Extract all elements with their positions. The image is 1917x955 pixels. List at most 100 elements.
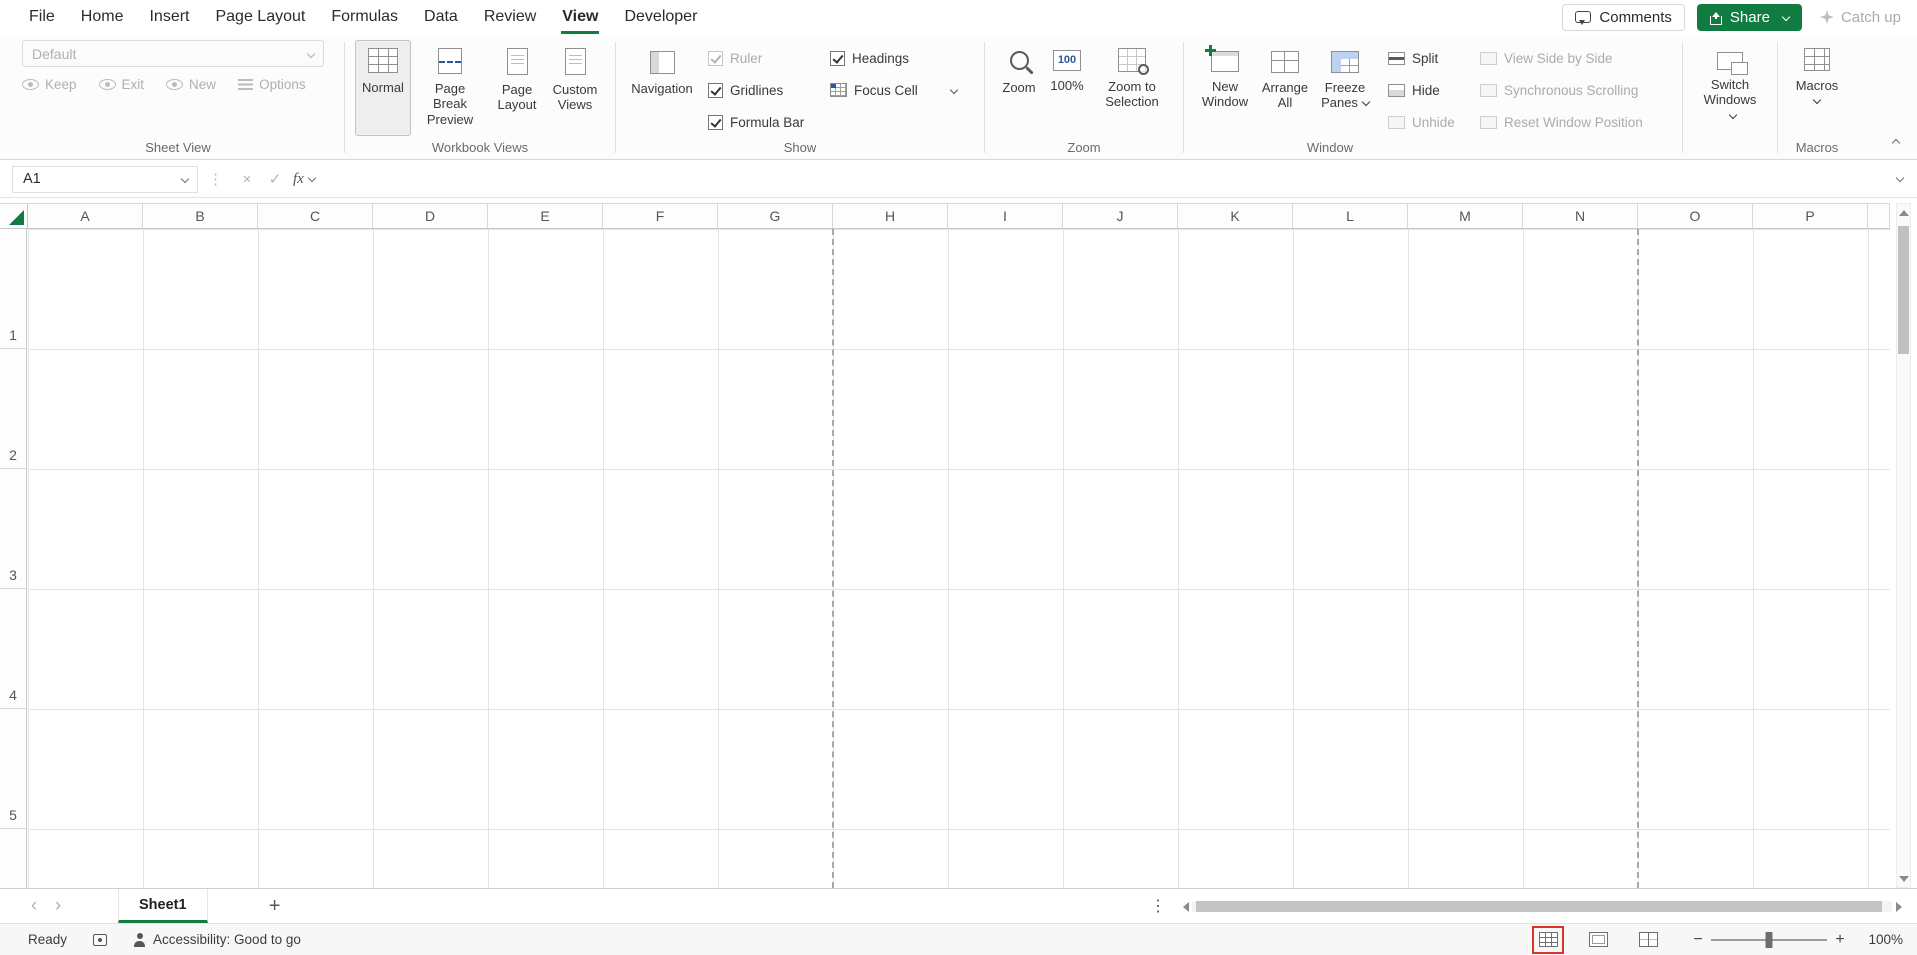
menu-tab-developer[interactable]: Developer <box>611 0 710 34</box>
menu-tab-formulas[interactable]: Formulas <box>318 0 411 34</box>
menu-tab-view[interactable]: View <box>549 0 611 34</box>
zoom-to-selection-button[interactable]: Zoom to Selection <box>1091 40 1173 136</box>
menu-tab-page-layout[interactable]: Page Layout <box>202 0 318 34</box>
ruler-checkbox: Ruler <box>704 42 826 74</box>
cells-area[interactable] <box>28 229 1890 889</box>
column-header-l[interactable]: L <box>1293 204 1408 228</box>
add-sheet-button[interactable]: + <box>262 895 288 918</box>
horizontal-scrollbar[interactable] <box>1178 899 1906 914</box>
column-header-a[interactable]: A <box>28 204 143 228</box>
column-header-m[interactable]: M <box>1408 204 1523 228</box>
horizontal-scrollbar-thumb[interactable] <box>1196 901 1882 912</box>
keep-label: Keep <box>45 77 77 92</box>
menu-tab-file[interactable]: File <box>16 0 68 34</box>
column-header-partial[interactable] <box>1868 204 1890 228</box>
horizontal-scrollbar-track[interactable] <box>1192 901 1892 912</box>
menu-bar: File Home Insert Page Layout Formulas Da… <box>0 0 1917 34</box>
column-header-e[interactable]: E <box>488 204 603 228</box>
page-layout-view-status-button[interactable] <box>1583 927 1613 953</box>
comments-button[interactable]: Comments <box>1562 4 1685 31</box>
normal-view-status-button[interactable] <box>1533 927 1563 953</box>
gridlines-checkbox[interactable]: Gridlines <box>704 74 826 106</box>
custom-views-button[interactable]: Custom Views <box>545 40 605 136</box>
sheet-view-dropdown: Default <box>22 40 324 67</box>
arrange-all-button[interactable]: Arrange All <box>1256 40 1314 136</box>
next-sheet-button[interactable]: › <box>46 895 70 917</box>
column-header-h[interactable]: H <box>833 204 948 228</box>
chevron-down-icon[interactable] <box>181 175 189 183</box>
split-button[interactable]: Split <box>1384 42 1470 74</box>
zoom-100-button[interactable]: 100 100% <box>1043 40 1091 136</box>
freeze-panes-button[interactable]: Freeze Panes <box>1314 40 1376 136</box>
row-header-2[interactable]: 2 <box>0 349 27 469</box>
menu-tab-insert[interactable]: Insert <box>136 0 202 34</box>
menu-tab-home[interactable]: Home <box>68 0 137 34</box>
scroll-up-button[interactable] <box>1897 204 1910 220</box>
formula-bar-checkbox[interactable]: Formula Bar <box>704 106 826 138</box>
normal-view-icon <box>1539 932 1558 947</box>
row-header-partial[interactable] <box>0 829 27 889</box>
headings-checkbox[interactable]: Headings <box>826 42 974 74</box>
accessibility-status-button[interactable]: Accessibility: Good to go <box>133 932 301 947</box>
column-header-f[interactable]: F <box>603 204 718 228</box>
vertical-scrollbar[interactable] <box>1896 203 1911 888</box>
vertical-scrollbar-thumb[interactable] <box>1898 226 1909 354</box>
zoom-in-button[interactable]: + <box>1831 931 1849 949</box>
column-header-j[interactable]: J <box>1063 204 1178 228</box>
page-layout-view-button[interactable]: Page Layout <box>489 40 545 136</box>
column-header-g[interactable]: G <box>718 204 833 228</box>
split-icon <box>1388 52 1405 65</box>
sparkle-icon <box>1820 10 1834 24</box>
name-box[interactable]: A1 <box>12 166 198 193</box>
navigation-button[interactable]: Navigation <box>626 40 698 136</box>
split-label: Split <box>1412 51 1438 66</box>
column-header-o[interactable]: O <box>1638 204 1753 228</box>
page-break-preview-icon <box>438 48 462 74</box>
select-all-button[interactable] <box>0 204 28 229</box>
column-header-c[interactable]: C <box>258 204 373 228</box>
expand-formula-bar-button[interactable] <box>1892 170 1903 188</box>
menu-tab-data[interactable]: Data <box>411 0 471 34</box>
page-break-preview-button[interactable]: Page Break Preview <box>411 40 489 136</box>
zoom-slider[interactable] <box>1711 932 1827 948</box>
scroll-left-button[interactable] <box>1178 902 1192 912</box>
insert-function-button[interactable]: fx <box>289 171 319 188</box>
ribbon-group-window: New Window Arrange All Freeze Panes Spli… <box>1186 34 1680 159</box>
row-header-3[interactable]: 3 <box>0 469 27 589</box>
column-header-i[interactable]: I <box>948 204 1063 228</box>
formula-input[interactable] <box>327 166 1892 193</box>
zoom-slider-thumb[interactable] <box>1766 932 1773 948</box>
tab-options-button[interactable]: ⋮ <box>1148 896 1168 916</box>
column-header-d[interactable]: D <box>373 204 488 228</box>
focus-cell-button[interactable]: Focus Cell <box>826 74 974 106</box>
scroll-right-button[interactable] <box>1892 902 1906 912</box>
zoom-button[interactable]: Zoom <box>995 40 1043 136</box>
row-header-5[interactable]: 5 <box>0 709 27 829</box>
menu-tab-review[interactable]: Review <box>471 0 549 34</box>
scroll-down-button[interactable] <box>1897 871 1910 887</box>
record-macro-button[interactable] <box>93 934 107 946</box>
column-header-b[interactable]: B <box>143 204 258 228</box>
group-label-window: Window <box>1186 140 1474 155</box>
zoom-out-button[interactable]: − <box>1689 931 1707 949</box>
row-header-1[interactable]: 1 <box>0 229 27 349</box>
previous-sheet-button[interactable]: ‹ <box>22 895 46 917</box>
share-button[interactable]: Share <box>1697 4 1802 31</box>
macros-button[interactable]: Macros <box>1788 40 1846 136</box>
formula-bar-grip-icon[interactable]: ⋮ <box>208 170 223 188</box>
synchronous-scrolling-label: Synchronous Scrolling <box>1504 83 1638 98</box>
collapse-ribbon-button[interactable] <box>1888 131 1899 149</box>
chevron-down-icon[interactable] <box>950 86 958 94</box>
catch-up-button[interactable]: Catch up <box>1814 5 1907 30</box>
column-header-n[interactable]: N <box>1523 204 1638 228</box>
sheet-tab-sheet1[interactable]: Sheet1 <box>118 889 208 923</box>
row-header-4[interactable]: 4 <box>0 589 27 709</box>
hide-button[interactable]: Hide <box>1384 74 1470 106</box>
new-window-button[interactable]: New Window <box>1194 40 1256 136</box>
normal-view-button[interactable]: Normal <box>355 40 411 136</box>
zoom-level-label[interactable]: 100% <box>1855 932 1903 947</box>
column-header-k[interactable]: K <box>1178 204 1293 228</box>
page-break-preview-status-button[interactable] <box>1633 927 1663 953</box>
switch-windows-button[interactable]: Switch Windows <box>1693 40 1767 136</box>
column-header-p[interactable]: P <box>1753 204 1868 228</box>
